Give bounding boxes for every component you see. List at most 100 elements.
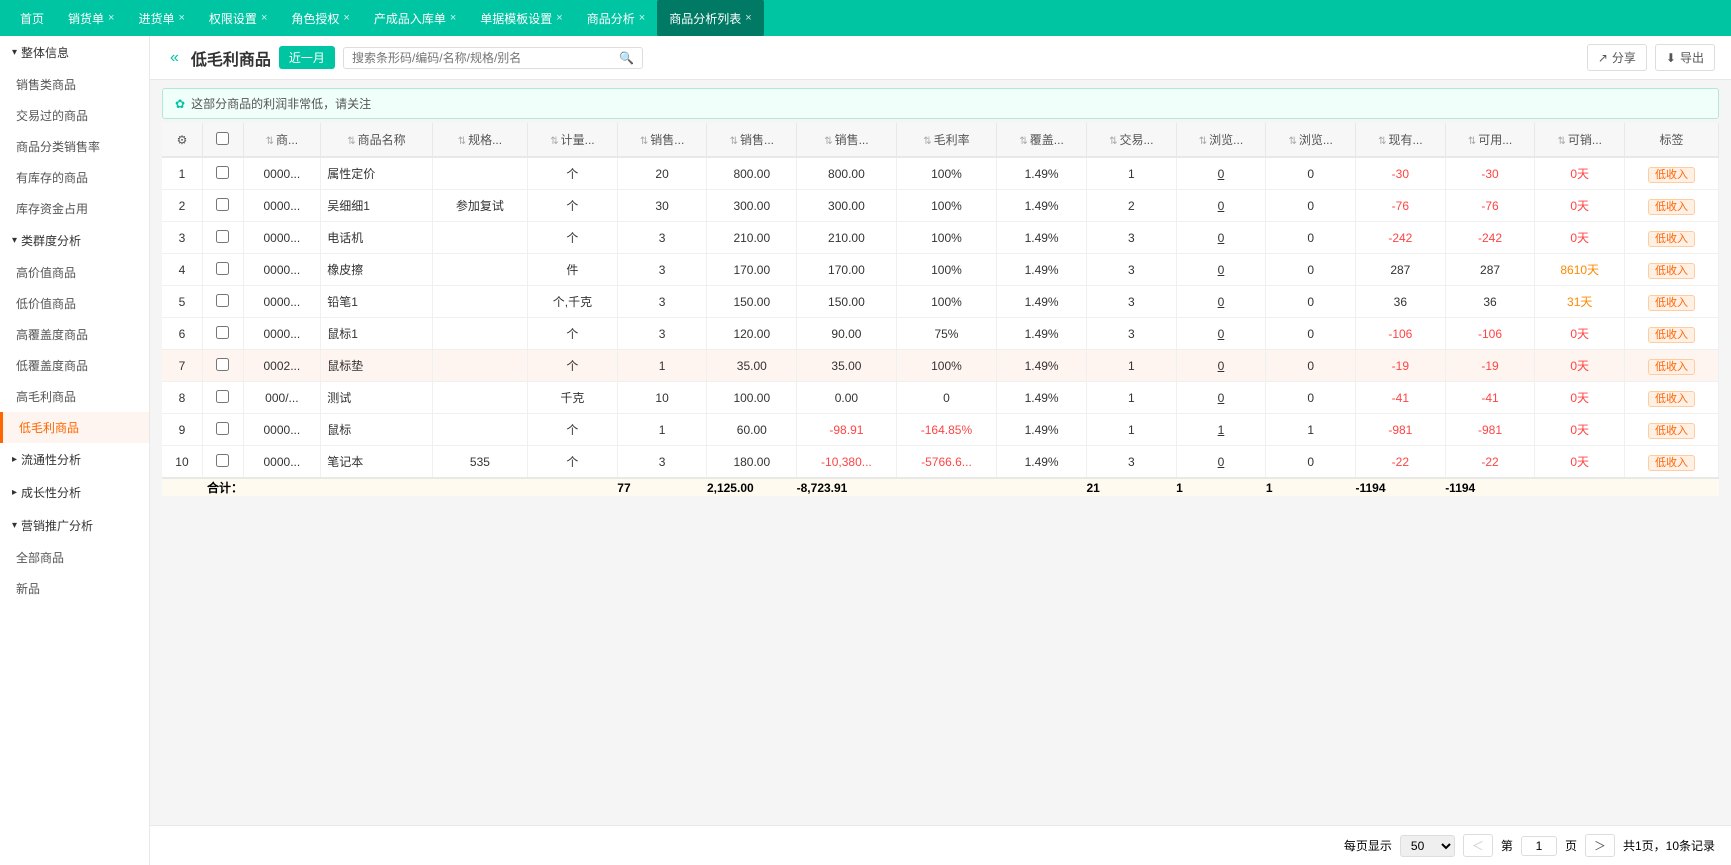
col-sales-amount[interactable]: ⇅销售...	[707, 123, 797, 157]
search-input[interactable]	[352, 51, 619, 65]
row-select[interactable]	[216, 294, 229, 307]
row-browse1[interactable]: 0	[1176, 222, 1266, 254]
row-select[interactable]	[216, 326, 229, 339]
nav-purchase-order[interactable]: 进货单 ×	[126, 0, 196, 36]
row-browse1[interactable]: 0	[1176, 286, 1266, 318]
row-select[interactable]	[216, 390, 229, 403]
row-browse1[interactable]: 0	[1176, 254, 1266, 286]
prev-page-button[interactable]: ＜	[1463, 834, 1493, 857]
col-unit[interactable]: ⇅计量...	[528, 123, 618, 157]
row-expand[interactable]: 10	[162, 446, 202, 479]
page-number-input[interactable]	[1521, 836, 1557, 856]
row-checkbox[interactable]	[202, 382, 243, 414]
nav-close-sales-order[interactable]: ×	[108, 12, 114, 24]
row-expand[interactable]: 3	[162, 222, 202, 254]
row-expand[interactable]: 2	[162, 190, 202, 222]
date-filter-button[interactable]: 近一月	[279, 46, 335, 69]
row-browse1[interactable]: 0	[1176, 446, 1266, 479]
col-code[interactable]: ⇅商...	[243, 123, 321, 157]
row-checkbox[interactable]	[202, 222, 243, 254]
col-sales-profit[interactable]: ⇅销售...	[797, 123, 897, 157]
col-tag[interactable]: 标签	[1625, 123, 1719, 157]
sidebar-item-stock-capital[interactable]: 库存资金占用	[0, 193, 149, 224]
row-expand[interactable]: 7	[162, 350, 202, 382]
row-browse1[interactable]: 1	[1176, 414, 1266, 446]
row-select[interactable]	[216, 262, 229, 275]
row-browse1[interactable]: 0	[1176, 350, 1266, 382]
row-expand[interactable]: 8	[162, 382, 202, 414]
nav-close-product[interactable]: ×	[450, 12, 456, 24]
col-name[interactable]: ⇅商品名称	[321, 123, 433, 157]
nav-close-role[interactable]: ×	[343, 12, 349, 24]
sidebar-item-high-value[interactable]: 高价值商品	[0, 257, 149, 288]
col-coverage[interactable]: ⇅覆盖...	[997, 123, 1087, 157]
col-spec[interactable]: ⇅规格...	[432, 123, 527, 157]
row-checkbox[interactable]	[202, 157, 243, 190]
row-select[interactable]	[216, 454, 229, 467]
sidebar-group-overall[interactable]: ▾ 整体信息	[0, 36, 149, 69]
row-select[interactable]	[216, 230, 229, 243]
row-select[interactable]	[216, 422, 229, 435]
nav-close-permission[interactable]: ×	[261, 12, 267, 24]
col-checkbox[interactable]	[202, 123, 243, 157]
row-expand[interactable]: 1	[162, 157, 202, 190]
row-checkbox[interactable]	[202, 414, 243, 446]
nav-permission[interactable]: 权限设置 ×	[197, 0, 279, 36]
col-browse1[interactable]: ⇅浏览...	[1176, 123, 1266, 157]
col-sales-qty[interactable]: ⇅销售...	[617, 123, 707, 157]
row-select[interactable]	[216, 358, 229, 371]
col-gross-margin[interactable]: ⇅毛利率	[896, 123, 997, 157]
row-checkbox[interactable]	[202, 446, 243, 479]
nav-sales-order[interactable]: 销货单 ×	[56, 0, 126, 36]
sidebar-item-high-coverage[interactable]: 高覆盖度商品	[0, 319, 149, 350]
search-icon[interactable]: 🔍	[619, 51, 634, 65]
nav-close-template[interactable]: ×	[556, 12, 562, 24]
sidebar-group-growth[interactable]: ▸ 成长性分析	[0, 476, 149, 509]
sidebar-item-all-goods[interactable]: 全部商品	[0, 542, 149, 573]
sidebar-item-category-rate[interactable]: 商品分类销售率	[0, 131, 149, 162]
select-all-checkbox[interactable]	[216, 132, 229, 145]
col-trade-count[interactable]: ⇅交易...	[1086, 123, 1176, 157]
table-container[interactable]: ⚙ ⇅商... ⇅商品名称 ⇅规格... ⇅计量... ⇅销售... ⇅销售..…	[150, 123, 1731, 825]
nav-close-purchase[interactable]: ×	[178, 12, 184, 24]
row-expand[interactable]: 9	[162, 414, 202, 446]
sidebar-item-stock-goods[interactable]: 有库存的商品	[0, 162, 149, 193]
nav-product-analysis[interactable]: 商品分析 ×	[575, 0, 657, 36]
row-browse1[interactable]: 0	[1176, 157, 1266, 190]
row-browse1[interactable]: 0	[1176, 318, 1266, 350]
nav-close-analysis[interactable]: ×	[639, 12, 645, 24]
sidebar-item-low-coverage[interactable]: 低覆盖度商品	[0, 350, 149, 381]
row-expand[interactable]: 6	[162, 318, 202, 350]
row-select[interactable]	[216, 198, 229, 211]
next-page-button[interactable]: ＞	[1585, 834, 1615, 857]
sidebar-item-high-margin[interactable]: 高毛利商品	[0, 381, 149, 412]
col-browse2[interactable]: ⇅浏览...	[1266, 123, 1356, 157]
nav-product-analysis-list[interactable]: 商品分析列表 ×	[657, 0, 763, 36]
sidebar-collapse-button[interactable]: «	[166, 49, 183, 67]
sidebar-item-traded-goods[interactable]: 交易过的商品	[0, 100, 149, 131]
sidebar-group-marketing[interactable]: ▾ 营销推广分析	[0, 509, 149, 542]
nav-home[interactable]: 首页	[8, 0, 56, 36]
col-available-stock[interactable]: ⇅可用...	[1445, 123, 1535, 157]
row-select[interactable]	[216, 166, 229, 179]
row-checkbox[interactable]	[202, 254, 243, 286]
row-browse1[interactable]: 0	[1176, 190, 1266, 222]
row-checkbox[interactable]	[202, 190, 243, 222]
sidebar-item-low-margin[interactable]: 低毛利商品	[0, 412, 149, 443]
sidebar-item-sales-goods[interactable]: 销售类商品	[0, 69, 149, 100]
row-checkbox[interactable]	[202, 286, 243, 318]
row-checkbox[interactable]	[202, 318, 243, 350]
row-expand[interactable]: 5	[162, 286, 202, 318]
nav-template-setting[interactable]: 单据模板设置 ×	[468, 0, 574, 36]
nav-product-entry[interactable]: 产成品入库单 ×	[362, 0, 468, 36]
sidebar-item-low-value[interactable]: 低价值商品	[0, 288, 149, 319]
sidebar-group-circulation[interactable]: ▸ 流通性分析	[0, 443, 149, 476]
nav-role-auth[interactable]: 角色授权 ×	[279, 0, 361, 36]
row-checkbox[interactable]	[202, 350, 243, 382]
nav-close-analysis-list[interactable]: ×	[745, 12, 751, 24]
sidebar-item-new-goods[interactable]: 新品	[0, 573, 149, 604]
row-browse1[interactable]: 0	[1176, 382, 1266, 414]
share-button[interactable]: ↗ 分享	[1587, 44, 1647, 71]
page-size-select[interactable]: 50 100 200	[1400, 835, 1455, 857]
row-expand[interactable]: 4	[162, 254, 202, 286]
